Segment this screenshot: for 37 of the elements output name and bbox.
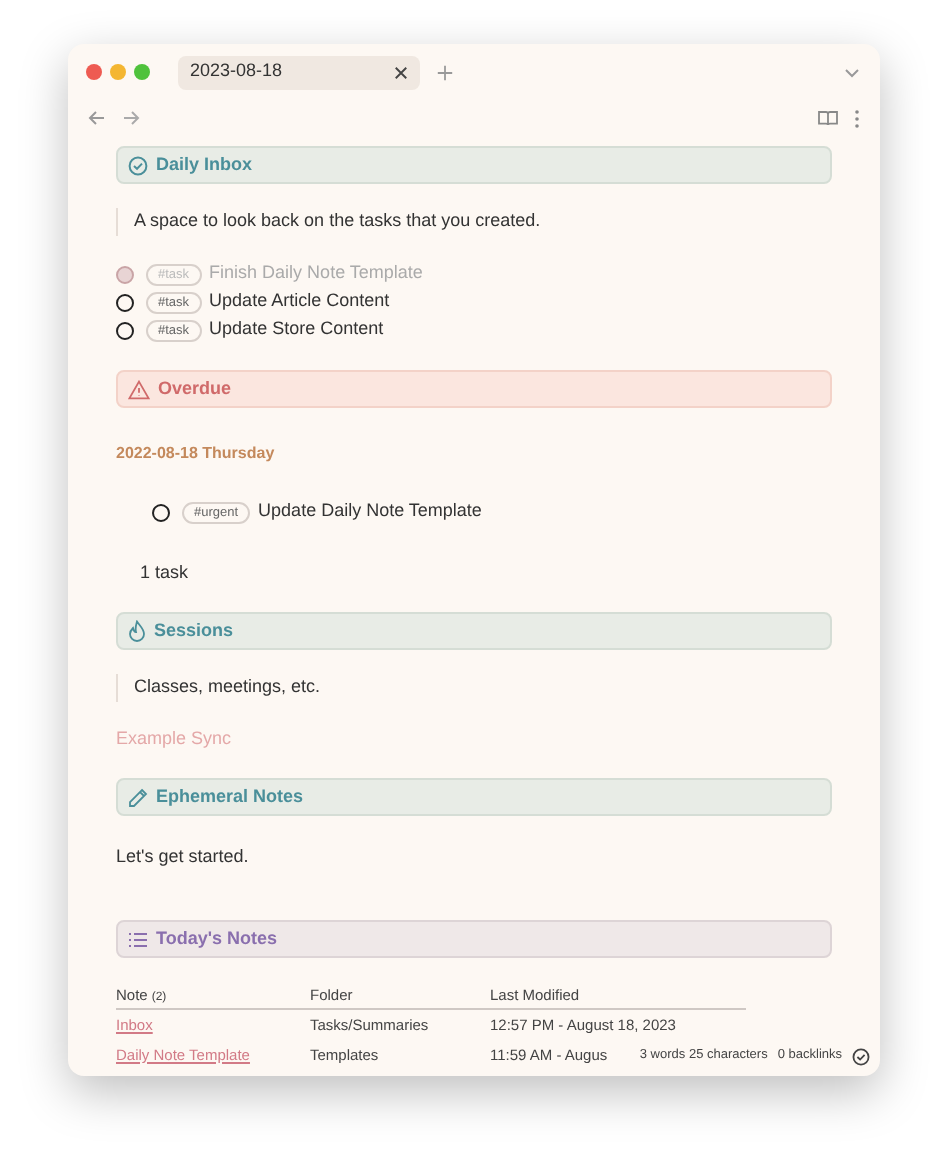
maximize-window-button[interactable] (134, 64, 150, 80)
task-text: Update Store Content (209, 316, 384, 343)
task-checkbox[interactable] (116, 321, 134, 339)
close-icon[interactable] (394, 65, 408, 79)
task-text: Update Article Content (209, 288, 390, 315)
warning-icon (128, 379, 150, 399)
callout-title: Today's Notes (156, 925, 277, 952)
back-icon[interactable] (88, 110, 106, 126)
task-checkbox[interactable] (116, 293, 134, 311)
task-count: 1 task (140, 560, 189, 586)
pencil-icon (128, 787, 148, 807)
new-tab-icon[interactable] (436, 63, 454, 81)
callout-title: Overdue (158, 375, 232, 402)
callout-title: Ephemeral Notes (156, 783, 304, 810)
forward-icon[interactable] (122, 110, 140, 126)
close-window-button[interactable] (86, 64, 102, 80)
list-icon (128, 931, 148, 947)
check-circle-icon (852, 1047, 870, 1065)
quote-text: A space to look back on the tasks that you created. (134, 208, 541, 235)
callout-title: Sessions (154, 617, 234, 644)
tab-title[interactable]: 2023-08-18 (190, 58, 394, 86)
task-checkbox[interactable] (116, 265, 134, 283)
chevron-down-icon[interactable] (844, 67, 860, 77)
date-heading: 2022-08-18 Thursday (116, 442, 277, 466)
callout-title: Daily Inbox (156, 151, 253, 178)
task-text: Update Daily Note Template (258, 498, 482, 525)
minimize-window-button[interactable] (110, 64, 126, 80)
check-circle-icon (128, 155, 148, 175)
more-options-icon[interactable] (854, 109, 860, 127)
book-icon[interactable] (818, 110, 838, 126)
tab[interactable]: 2023-08-18 (178, 55, 420, 89)
task-text: Finish Daily Note Template (209, 260, 423, 287)
paragraph-text: Let's get started. (116, 844, 249, 870)
task-checkbox[interactable] (152, 503, 170, 521)
section-label: Example Sync (116, 726, 232, 752)
quote-text: Classes, meetings, etc. (134, 674, 321, 701)
flame-icon (128, 620, 146, 642)
